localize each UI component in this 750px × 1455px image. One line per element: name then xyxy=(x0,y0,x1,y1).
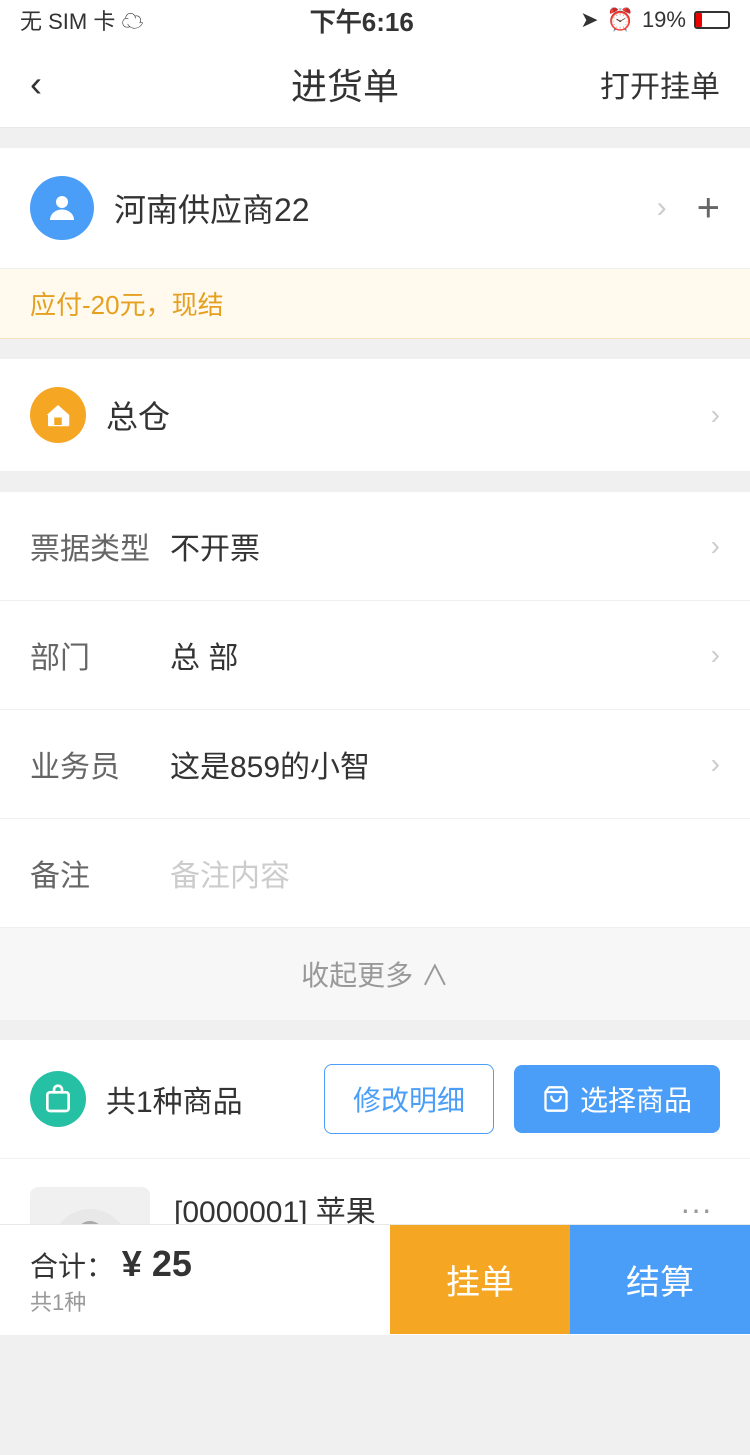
collapse-button[interactable]: 收起更多 ∧ xyxy=(0,927,750,1020)
department-arrow: › xyxy=(711,639,720,671)
cart-icon xyxy=(542,1085,570,1113)
battery-icon xyxy=(694,11,730,29)
section-gap-1 xyxy=(0,128,750,148)
salesperson-value: 这是859的小智 xyxy=(170,742,711,786)
total-count: 共1种 xyxy=(30,1285,360,1317)
warehouse-name: 总仓 xyxy=(106,392,711,438)
location-icon: ➤ xyxy=(580,7,598,33)
checkout-button[interactable]: 结算 xyxy=(570,1225,750,1334)
remark-row[interactable]: 备注 备注内容 xyxy=(0,818,750,927)
footer: 合计： ¥ 25 共1种 挂单 结算 xyxy=(0,1224,750,1334)
salesperson-label: 业务员 xyxy=(30,742,170,786)
select-products-button[interactable]: 选择商品 xyxy=(514,1065,720,1133)
back-button[interactable]: ‹ xyxy=(30,63,90,105)
salesperson-row[interactable]: 业务员 这是859的小智 › xyxy=(0,709,750,818)
products-icon xyxy=(30,1071,86,1127)
ticket-type-row[interactable]: 票据类型 不开票 › xyxy=(0,491,750,600)
warehouse-row[interactable]: 总仓 › xyxy=(0,359,750,471)
warehouse-section: 总仓 › xyxy=(0,359,750,471)
products-header: 共1种商品 修改明细 选择商品 xyxy=(0,1040,750,1158)
ticket-type-label: 票据类型 xyxy=(30,524,170,568)
footer-total: 合计： ¥ 25 共1种 xyxy=(0,1225,390,1334)
total-label: 合计： xyxy=(30,1251,114,1282)
add-supplier-button[interactable]: + xyxy=(697,186,720,231)
salesperson-arrow: › xyxy=(711,748,720,780)
supplier-arrow-icon: › xyxy=(657,191,667,225)
department-value: 总 部 xyxy=(170,633,711,677)
shopping-bag-icon xyxy=(42,1083,74,1115)
open-pending-button[interactable]: 打开挂单 xyxy=(600,62,720,106)
section-gap-2 xyxy=(0,339,750,359)
department-row[interactable]: 部门 总 部 › xyxy=(0,600,750,709)
status-right: ➤ ⏰ 19% xyxy=(580,7,730,33)
bottom-padding xyxy=(0,1335,750,1455)
hang-order-button[interactable]: 挂单 xyxy=(390,1225,570,1334)
products-count: 共1种商品 xyxy=(106,1077,304,1121)
nav-bar: ‹ 进货单 打开挂单 xyxy=(0,40,750,128)
total-amount: ¥ 25 xyxy=(122,1243,192,1284)
status-time: 下午6:16 xyxy=(310,2,414,39)
edit-details-button[interactable]: 修改明细 xyxy=(324,1064,494,1134)
supplier-name: 河南供应商22 xyxy=(114,185,657,231)
supplier-row[interactable]: 河南供应商22 › + xyxy=(0,148,750,269)
status-bar: 无 SIM 卡 ☁ 下午6:16 ➤ ⏰ 19% xyxy=(0,0,750,40)
department-label: 部门 xyxy=(30,633,170,677)
supplier-section: 河南供应商22 › + 应付-20元，现结 xyxy=(0,148,750,339)
remark-label: 备注 xyxy=(30,851,170,895)
section-gap-3 xyxy=(0,471,750,491)
ticket-type-value: 不开票 xyxy=(170,524,711,568)
ticket-type-arrow: › xyxy=(711,530,720,562)
page-title: 进货单 xyxy=(291,58,399,110)
supplier-avatar xyxy=(30,176,94,240)
warehouse-arrow-icon: › xyxy=(711,399,720,431)
total-row: 合计： ¥ 25 xyxy=(30,1243,360,1285)
select-products-label: 选择商品 xyxy=(580,1079,692,1119)
warehouse-icon xyxy=(30,387,86,443)
battery-label: 19% xyxy=(642,7,686,33)
payment-notice: 应付-20元，现结 xyxy=(0,269,750,339)
house-icon xyxy=(43,400,73,430)
alarm-icon: ⏰ xyxy=(607,7,634,33)
remark-placeholder[interactable]: 备注内容 xyxy=(170,851,720,895)
form-section: 票据类型 不开票 › 部门 总 部 › 业务员 这是859的小智 › 备注 备注… xyxy=(0,491,750,1020)
status-left: 无 SIM 卡 ☁ xyxy=(20,4,143,36)
person-icon xyxy=(44,190,80,226)
sim-label: 无 SIM 卡 ☁ xyxy=(20,4,143,36)
